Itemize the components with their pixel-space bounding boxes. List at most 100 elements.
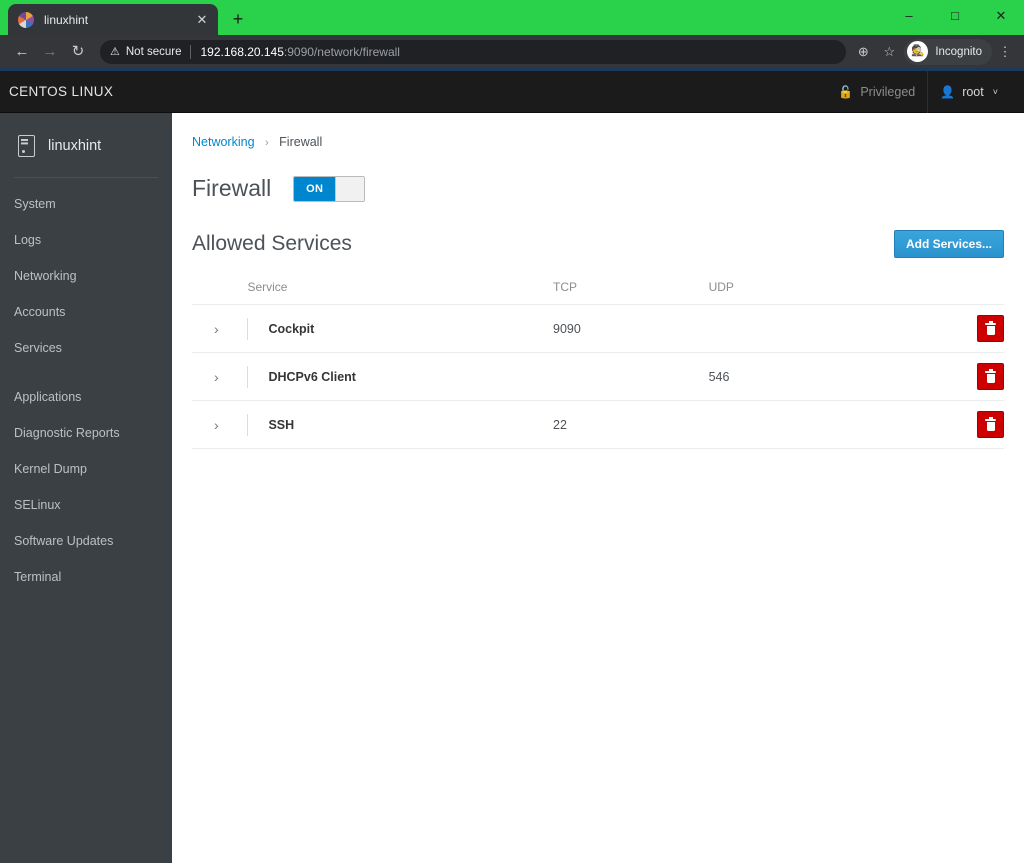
user-label: root (962, 84, 984, 99)
delete-service-button[interactable] (977, 411, 1004, 438)
page-title-row: Firewall ON (192, 175, 1004, 202)
forward-icon[interactable]: → (36, 38, 64, 66)
browser-menu-icon[interactable]: ⋮ (994, 45, 1016, 58)
incognito-hat-icon: 🕵 (907, 41, 929, 62)
sidebar-host-label: linuxhint (48, 138, 102, 154)
tcp-ports: 9090 (553, 321, 581, 336)
sidebar-item-diagnostic-reports[interactable]: Diagnostic Reports (0, 415, 172, 451)
incognito-indicator[interactable]: 🕵 Incognito (904, 38, 992, 65)
new-tab-button[interactable]: + (224, 5, 252, 33)
close-tab-icon[interactable]: ✕ (194, 12, 210, 28)
actions-cell (925, 401, 1004, 449)
sidebar-item-accounts[interactable]: Accounts (0, 294, 172, 330)
sidebar-item-applications[interactable]: Applications (0, 379, 172, 415)
address-bar[interactable]: ⚠ Not secure 192.168.20.145 :9090/networ… (100, 39, 847, 64)
actions-cell (925, 305, 1004, 353)
tab-title: linuxhint (44, 12, 89, 27)
sidebar-item-system[interactable]: System (0, 186, 172, 222)
window-controls: – □ ✕ (886, 0, 1024, 32)
back-icon[interactable]: ← (8, 38, 36, 66)
tcp-ports: 22 (553, 417, 567, 432)
chevron-right-icon[interactable]: › (192, 321, 219, 337)
firewall-toggle-state: ON (294, 176, 336, 201)
privileged-indicator[interactable]: 🔓 Privileged (826, 71, 927, 113)
warning-icon: ⚠ (110, 46, 120, 58)
delete-service-button[interactable] (977, 315, 1004, 342)
tcp-ports (553, 353, 709, 401)
service-cell: SSH (247, 401, 553, 449)
close-window-button[interactable]: ✕ (978, 0, 1024, 32)
zoom-icon[interactable]: ⊕ (850, 39, 876, 65)
sidebar-item-kernel-dump[interactable]: Kernel Dump (0, 451, 172, 487)
column-actions (924, 274, 1004, 305)
udp-ports (709, 401, 925, 449)
sidebar-host-link[interactable]: linuxhint (0, 127, 172, 165)
section-title: Allowed Services (192, 232, 352, 255)
service-cell: Cockpit (247, 305, 553, 353)
bookmark-star-icon[interactable]: ☆ (876, 39, 902, 65)
user-icon: 👤 (940, 84, 956, 99)
minimize-button[interactable]: – (886, 0, 932, 32)
url-path: :9090/network/firewall (283, 44, 400, 59)
row-divider (247, 365, 249, 388)
service-cell: DHCPv6 Client (247, 353, 553, 401)
table-header: Service TCP UDP (192, 274, 1004, 305)
row-divider (247, 413, 249, 436)
allowed-services-table: Service TCP UDP › Cockpit 9090 › DHCPv6 … (192, 274, 1004, 449)
row-divider (247, 317, 249, 340)
url-host: 192.168.20.145 (200, 44, 284, 59)
maximize-button[interactable]: □ (932, 0, 978, 32)
service-name: Cockpit (268, 321, 315, 336)
reload-icon[interactable]: ↻ (64, 38, 92, 66)
chevron-down-icon: ˅ (992, 86, 998, 97)
firewall-toggle[interactable]: ON (293, 175, 366, 202)
browser-tabstrip: linuxhint ✕ + – □ ✕ (0, 0, 1024, 35)
add-services-button[interactable]: Add Services... (893, 230, 1004, 258)
table-row[interactable]: › SSH 22 (192, 401, 1004, 449)
breadcrumb-separator-icon: › (265, 137, 269, 149)
chevron-right-icon[interactable]: › (192, 417, 219, 433)
cockpit-favicon-icon (18, 11, 34, 28)
breadcrumb-current: Firewall (279, 135, 323, 149)
trash-icon (985, 321, 996, 335)
sidebar-item-software-updates[interactable]: Software Updates (0, 523, 172, 559)
service-name: DHCPv6 Client (268, 369, 356, 384)
sidebar-item-logs[interactable]: Logs (0, 222, 172, 258)
table-header-row: Service TCP UDP (192, 274, 1004, 305)
app-body: linuxhint System Logs Networking Account… (0, 113, 1024, 863)
user-menu[interactable]: 👤 root ˅ (927, 70, 1010, 113)
sidebar-item-services[interactable]: Services (0, 330, 172, 366)
sidebar-item-terminal[interactable]: Terminal (0, 559, 172, 595)
privileged-label: Privileged (860, 84, 916, 99)
breadcrumb-networking[interactable]: Networking (192, 135, 255, 149)
firewall-toggle-knob (335, 176, 365, 201)
chevron-right-icon[interactable]: › (192, 369, 219, 385)
trash-icon (985, 417, 996, 431)
table-row[interactable]: › DHCPv6 Client 546 (192, 353, 1004, 401)
incognito-label: Incognito (935, 45, 982, 58)
sidebar-item-selinux[interactable]: SELinux (0, 487, 172, 523)
toolbar-right-group: ⊕ ☆ 🕵 Incognito ⋮ (850, 38, 1016, 65)
browser-tab[interactable]: linuxhint ✕ (8, 4, 218, 35)
column-expand (192, 274, 248, 305)
table-body: › Cockpit 9090 › DHCPv6 Client 546 › SSH… (192, 305, 1004, 449)
trash-icon (985, 369, 996, 383)
table-row[interactable]: › Cockpit 9090 (192, 305, 1004, 353)
security-status-label: Not secure (125, 45, 182, 58)
udp-ports: 546 (708, 369, 730, 384)
omnibox-divider (190, 44, 192, 59)
unlock-icon: 🔓 (838, 84, 854, 99)
page-title: Firewall (192, 175, 272, 201)
expand-cell: › (192, 353, 247, 401)
expand-cell: › (192, 305, 247, 353)
allowed-services-header: Allowed Services Add Services... (192, 230, 1004, 258)
actions-cell (925, 353, 1004, 401)
column-service: Service (247, 274, 553, 305)
column-udp: UDP (708, 274, 925, 305)
udp-ports (709, 305, 925, 353)
sidebar-item-networking[interactable]: Networking (0, 258, 172, 294)
app-header: CENTOS LINUX 🔓 Privileged 👤 root ˅ (0, 70, 1024, 113)
sidebar: linuxhint System Logs Networking Account… (0, 113, 172, 863)
delete-service-button[interactable] (977, 363, 1004, 390)
